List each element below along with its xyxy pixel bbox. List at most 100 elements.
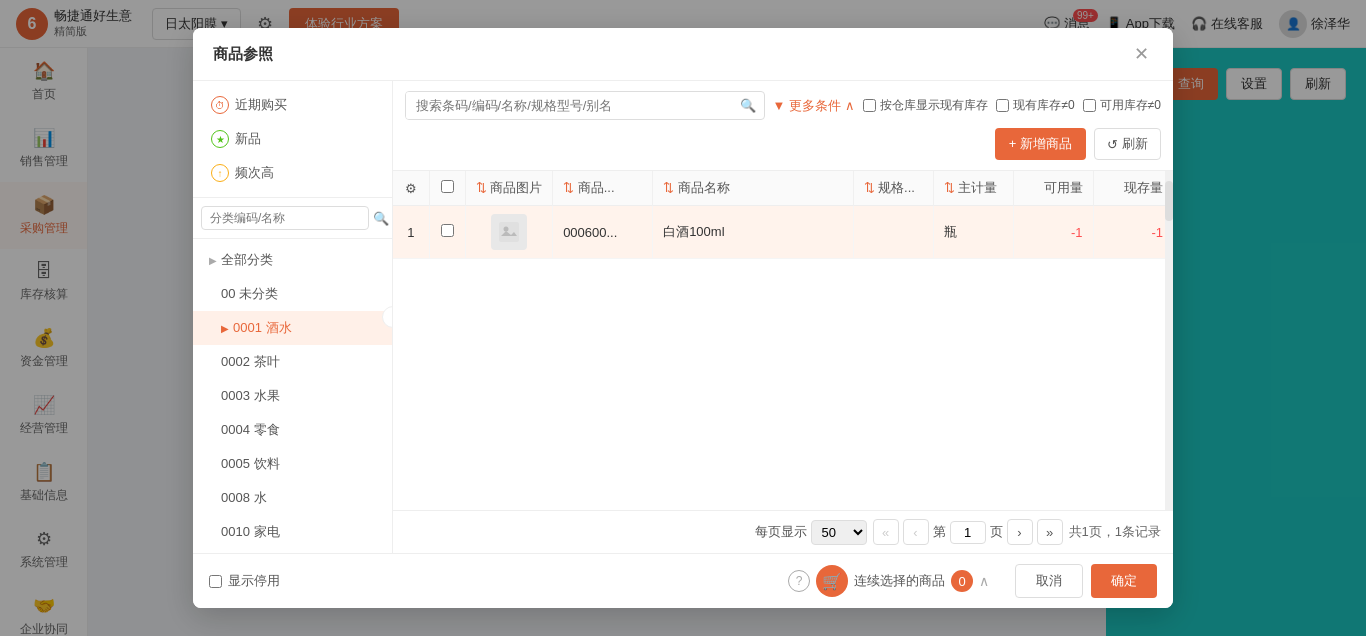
per-page-dropdown[interactable]: 50 100 (811, 520, 867, 545)
check-warehouse-input[interactable] (863, 99, 876, 112)
cat-item-0010[interactable]: 0010 家电 (193, 515, 392, 549)
cat-item-all[interactable]: ▶ 全部分类 (193, 243, 392, 277)
check-avail-ne0-label[interactable]: 可用库存≠0 (1083, 97, 1161, 114)
first-page-button[interactable]: « (873, 519, 899, 545)
cat-item-0003[interactable]: 0003 水果 (193, 379, 392, 413)
cat-item-0004[interactable]: 0004 零食 (193, 413, 392, 447)
cart-button[interactable]: 🛒 (816, 565, 848, 597)
select-all-checkbox[interactable] (441, 180, 454, 193)
active-arrow-icon: ▶ (221, 323, 229, 334)
modal-title: 商品参照 (213, 45, 273, 64)
page-label: 第 (933, 523, 946, 541)
th-settings[interactable]: ⚙ (393, 171, 429, 206)
row-checkbox[interactable] (441, 224, 454, 237)
th-image: ⇅ 商品图片 (465, 171, 553, 206)
check-warehouse-label[interactable]: 按仓库显示现有库存 (863, 97, 988, 114)
add-product-button[interactable]: + 新增商品 (995, 128, 1086, 160)
table-row[interactable]: 1 (393, 206, 1173, 259)
cart-count: 0 (951, 570, 973, 592)
toolbar-right: + 新增商品 ↺ 刷新 (995, 128, 1161, 160)
frequent-icon: ↑ (211, 164, 229, 182)
sort-icon: ⇅ (663, 180, 674, 195)
next-page-button[interactable]: › (1007, 519, 1033, 545)
search-icon[interactable]: 🔍 (373, 211, 389, 226)
cancel-button[interactable]: 取消 (1015, 564, 1083, 598)
product-reference-modal: 商品参照 ✕ ⏱ 近期购买 ★ 新品 ↑ 频次高 (193, 28, 1173, 608)
sort-icon: ⇅ (864, 180, 875, 195)
th-unit[interactable]: ⇅ 主计量 (933, 171, 1013, 206)
collapse-cart-icon[interactable]: ∧ (979, 573, 989, 589)
help-icon[interactable]: ? (788, 570, 810, 592)
category-search: 🔍 (193, 198, 392, 239)
refresh-button[interactable]: ↺ 刷新 (1094, 128, 1161, 160)
cat-item-0001[interactable]: ▶ 0001 酒水 (193, 311, 392, 345)
svg-point-1 (503, 227, 508, 232)
th-stock[interactable]: 现存量 (1093, 171, 1173, 206)
recent-icon: ⏱ (211, 96, 229, 114)
product-search-bar: 🔍 ▼ 更多条件 ∧ 按仓库显示现有库存 现有库存≠0 (393, 81, 1173, 171)
sort-icon: ⇅ (944, 180, 955, 195)
product-image (491, 214, 527, 250)
check-stock-ne0-label[interactable]: 现有库存≠0 (996, 97, 1074, 114)
confirm-button[interactable]: 确定 (1091, 564, 1157, 598)
page-info: 共1页，1条记录 (1069, 523, 1161, 541)
td-num: 1 (393, 206, 429, 259)
show-disabled-checkbox[interactable] (209, 575, 222, 588)
category-list: ▶ 全部分类 00 未分类 ▶ 0001 酒水 0002 茶叶 0003 水果 (193, 239, 392, 553)
modal-header: 商品参照 ✕ (193, 28, 1173, 81)
td-name: 白酒100ml (653, 206, 853, 259)
cart-label: 连续选择的商品 (854, 572, 945, 590)
th-avail[interactable]: 可用量 (1013, 171, 1093, 206)
td-stock: -1 (1093, 206, 1173, 259)
scrollbar-thumb[interactable] (1165, 181, 1173, 221)
modal-overlay: 商品参照 ✕ ⏱ 近期购买 ★ 新品 ↑ 频次高 (0, 0, 1366, 636)
td-spec (853, 206, 933, 259)
show-disabled-label[interactable]: 显示停用 (209, 572, 280, 590)
category-search-input[interactable] (201, 206, 369, 230)
footer-buttons: 取消 确定 (1015, 564, 1157, 598)
check-stock-ne0-input[interactable] (996, 99, 1009, 112)
td-code: 000600... (553, 206, 653, 259)
modal-body: ⏱ 近期购买 ★ 新品 ↑ 频次高 《 🔍 (193, 81, 1173, 553)
product-search-icon[interactable]: 🔍 (732, 98, 764, 113)
table-header-row: ⚙ ⇅ 商品图片 ⇅ 商品... (393, 171, 1173, 206)
expand-icon: ▶ (209, 255, 217, 266)
last-page-button[interactable]: » (1037, 519, 1063, 545)
td-avail: -1 (1013, 206, 1093, 259)
th-checkbox (429, 171, 465, 206)
svg-rect-0 (499, 222, 519, 242)
th-code[interactable]: ⇅ 商品... (553, 171, 653, 206)
product-search-input[interactable] (406, 92, 732, 119)
modal-footer: 显示停用 ? 🛒 连续选择的商品 0 ∧ 取消 确定 (193, 553, 1173, 608)
page-unit: 页 (990, 523, 1003, 541)
check-avail-ne0-input[interactable] (1083, 99, 1096, 112)
td-image (465, 206, 553, 259)
new-items-button[interactable]: ★ 新品 (201, 123, 384, 155)
cat-item-0008[interactable]: 0008 水 (193, 481, 392, 515)
frequent-button[interactable]: ↑ 频次高 (201, 157, 384, 189)
category-panel: ⏱ 近期购买 ★ 新品 ↑ 频次高 《 🔍 (193, 81, 393, 553)
page-buttons: « ‹ 第 页 › » (873, 519, 1063, 545)
filter-up-icon: ∧ (845, 98, 855, 113)
new-icon: ★ (211, 130, 229, 148)
cat-item-00[interactable]: 00 未分类 (193, 277, 392, 311)
th-name[interactable]: ⇅ 商品名称 (653, 171, 853, 206)
scrollbar-track[interactable] (1165, 171, 1173, 510)
per-page-select: 每页显示 50 100 (755, 520, 867, 545)
cat-item-0005[interactable]: 0005 饮料 (193, 447, 392, 481)
product-search-wrap: 🔍 (405, 91, 765, 120)
pagination: 每页显示 50 100 « ‹ 第 页 › » (393, 510, 1173, 553)
td-unit: 瓶 (933, 206, 1013, 259)
product-panel: 🔍 ▼ 更多条件 ∧ 按仓库显示现有库存 现有库存≠0 (393, 81, 1173, 553)
sort-icon: ⇅ (563, 180, 574, 195)
close-icon[interactable]: ✕ (1129, 42, 1153, 66)
td-checkbox[interactable] (429, 206, 465, 259)
refresh-icon: ↺ (1107, 137, 1118, 152)
th-spec[interactable]: ⇅ 规格... (853, 171, 933, 206)
recent-purchases-button[interactable]: ⏱ 近期购买 (201, 89, 384, 121)
prev-page-button[interactable]: ‹ (903, 519, 929, 545)
filter-more-button[interactable]: ▼ 更多条件 ∧ (773, 97, 856, 115)
product-table: ⚙ ⇅ 商品图片 ⇅ 商品... (393, 171, 1173, 259)
cat-item-0002[interactable]: 0002 茶叶 (193, 345, 392, 379)
page-number-input[interactable] (950, 521, 986, 544)
